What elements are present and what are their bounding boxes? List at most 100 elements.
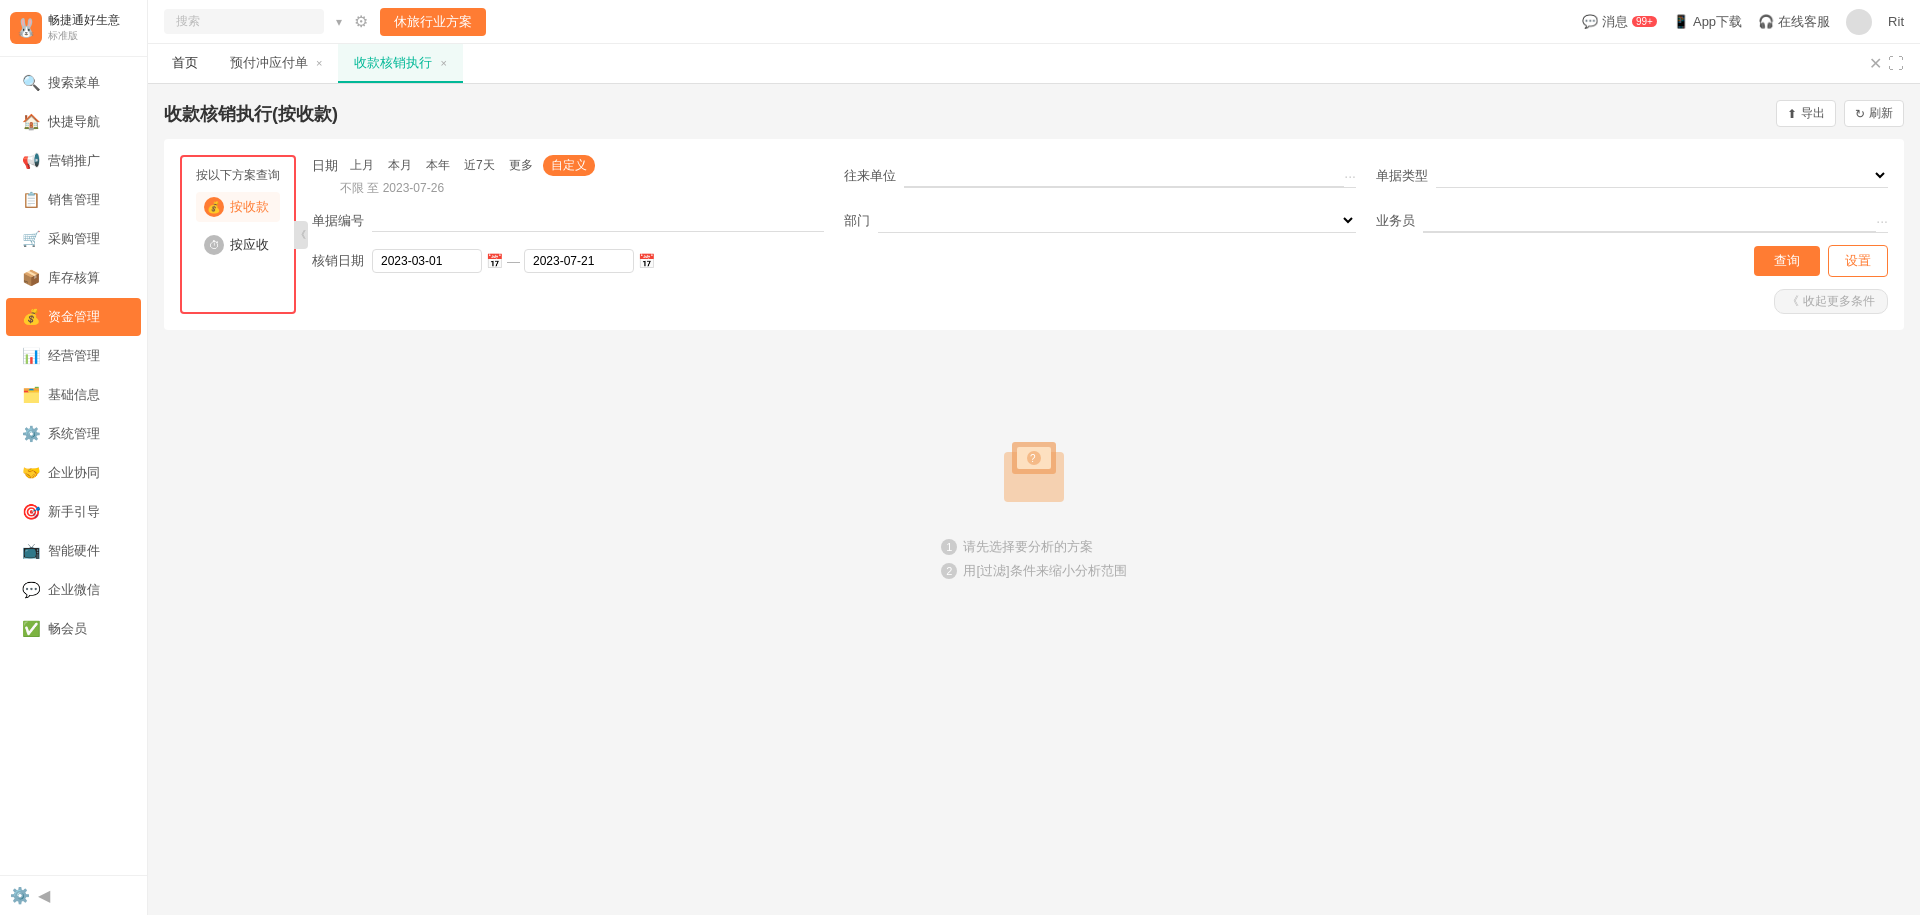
empty-state: ? 1 请先选择要分析的方案 2 用[过滤]条件来缩小分析范围	[164, 342, 1904, 660]
collapse-more-row: 《 收起更多条件	[312, 289, 1888, 314]
shortcut-7days[interactable]: 近7天	[460, 155, 499, 176]
tab-prepay-close-icon[interactable]: ×	[316, 57, 322, 69]
sidebar-item-cooperation[interactable]: 🤝企业协同	[6, 454, 141, 492]
staff-dots-icon[interactable]: ···	[1876, 213, 1888, 229]
message-item[interactable]: 💬 消息 99+	[1582, 13, 1657, 31]
close-tab-icon[interactable]: ✕	[1869, 54, 1882, 73]
tab-receipt-verify-close-icon[interactable]: ×	[440, 57, 446, 69]
sidebar-item-label-quick-nav: 快捷导航	[48, 113, 100, 131]
tabbar-actions: ✕ ⛶	[1869, 44, 1912, 83]
shortcut-custom[interactable]: 自定义	[543, 155, 595, 176]
by-receipt-icon: 💰	[204, 197, 224, 217]
sidebar-item-wechat[interactable]: 💬企业微信	[6, 571, 141, 609]
export-button[interactable]: ⬆ 导出	[1776, 100, 1836, 127]
service-item[interactable]: 🎧 在线客服	[1758, 13, 1830, 31]
collapse-more-label: 收起更多条件	[1803, 293, 1875, 310]
shortcut-last-month[interactable]: 上月	[346, 155, 378, 176]
sidebar-item-system[interactable]: ⚙️系统管理	[6, 415, 141, 453]
purchase-icon: 🛒	[22, 230, 40, 248]
counterpart-input[interactable]	[904, 165, 1344, 187]
doc-no-input[interactable]	[372, 210, 824, 232]
topbar-chevron-icon[interactable]: ▾	[336, 15, 342, 29]
sidebar-item-member[interactable]: ✅畅会员	[6, 610, 141, 648]
by-receipt-label: 按收款	[230, 198, 269, 216]
service-icon: 🎧	[1758, 14, 1774, 29]
sidebar-item-label-business: 经营管理	[48, 347, 100, 365]
staff-input[interactable]	[1423, 210, 1876, 232]
message-badge: 99+	[1632, 16, 1657, 27]
app-download-item[interactable]: 📱 App下载	[1673, 13, 1742, 31]
sidebar-item-label-member: 畅会员	[48, 620, 87, 638]
dept-select[interactable]	[878, 209, 1356, 232]
tab-prepay-label: 预付冲应付单	[230, 54, 308, 72]
sidebar-item-finance[interactable]: 💰资金管理	[6, 298, 141, 336]
sidebar-item-quick-nav[interactable]: 🏠 快捷导航	[6, 103, 141, 141]
verif-date-label: 核销日期	[312, 252, 364, 270]
sidebar-item-guide[interactable]: 🎯新手引导	[6, 493, 141, 531]
sidebar-item-sales[interactable]: 📋销售管理	[6, 181, 141, 219]
collapse-more-button[interactable]: 《 收起更多条件	[1774, 289, 1888, 314]
user-name: Rit	[1888, 14, 1904, 29]
sidebar-item-label-guide: 新手引导	[48, 503, 100, 521]
collapse-more-icon: 《	[1787, 293, 1799, 310]
logo-icon: 🐰	[10, 12, 42, 44]
expand-tab-icon[interactable]: ⛶	[1888, 55, 1904, 73]
verif-date-start-input[interactable]	[372, 249, 482, 273]
shortcut-more[interactable]: 更多	[505, 155, 537, 176]
sidebar-item-marketing[interactable]: 📢营销推广	[6, 142, 141, 180]
sidebar-item-label-search: 搜索菜单	[48, 74, 100, 92]
topbar-right: 💬 消息 99+ 📱 App下载 🎧 在线客服 Rit	[1582, 9, 1904, 35]
query-button[interactable]: 查询	[1754, 246, 1820, 276]
query-selector: 按以下方案查询 💰 按收款 ⏱ 按应收 《	[180, 155, 296, 314]
settings-bottom-icon[interactable]: ⚙️	[10, 886, 30, 905]
quick-nav-icon: 🏠	[22, 113, 40, 131]
logo-text: 畅捷通好生意	[48, 13, 120, 29]
sidebar-item-business[interactable]: 📊 经营管理	[6, 337, 141, 375]
sidebar-item-hardware[interactable]: 📺智能硬件	[6, 532, 141, 570]
shortcut-this-month[interactable]: 本月	[384, 155, 416, 176]
counterpart-input-wrapper: ···	[904, 165, 1356, 188]
dept-field: 部门	[844, 209, 1356, 233]
settings-button[interactable]: 设置	[1828, 245, 1888, 277]
counterpart-label: 往来单位	[844, 167, 896, 185]
inventory-icon: 📦	[22, 269, 40, 287]
sidebar-item-search[interactable]: 🔍 搜索菜单	[6, 64, 141, 102]
by-receivable-label: 按应收	[230, 236, 269, 254]
verif-date-end-cal-icon[interactable]: 📅	[638, 253, 655, 269]
business-icon: 📊	[22, 347, 40, 365]
user-avatar[interactable]	[1846, 9, 1872, 35]
empty-tip-1-text: 请先选择要分析的方案	[963, 538, 1093, 556]
staff-label: 业务员	[1376, 212, 1415, 230]
collapse-sidebar-icon[interactable]: ◀	[38, 886, 50, 905]
export-label: 导出	[1801, 105, 1825, 122]
empty-tip-2-text: 用[过滤]条件来缩小分析范围	[963, 562, 1126, 580]
sidebar-logo: 🐰 畅捷通好生意 标准版	[0, 0, 147, 57]
topbar-gear-icon[interactable]: ⚙	[354, 12, 368, 31]
finance-icon: 💰	[22, 308, 40, 326]
sidebar-item-label-wechat: 企业微信	[48, 581, 100, 599]
empty-tips: 1 请先选择要分析的方案 2 用[过滤]条件来缩小分析范围	[941, 538, 1126, 580]
solution-button[interactable]: 休旅行业方案	[380, 8, 486, 36]
sidebar-item-label-marketing: 营销推广	[48, 152, 100, 170]
query-option-by-receipt[interactable]: 💰 按收款	[196, 192, 280, 222]
sidebar-item-inventory[interactable]: 📦库存核算	[6, 259, 141, 297]
verif-date-start-cal-icon[interactable]: 📅	[486, 253, 503, 269]
sidebar-nav: 🔍 搜索菜单 🏠 快捷导航 📢营销推广📋销售管理🛒采购管理📦库存核算💰资金管理 📊 经营管理…	[0, 57, 147, 875]
sidebar-item-label-cooperation: 企业协同	[48, 464, 100, 482]
date-no-limit: 不限 至 2023-07-26	[312, 180, 824, 197]
verif-date-end-input[interactable]	[524, 249, 634, 273]
sidebar-item-basic[interactable]: 🗂️基础信息	[6, 376, 141, 414]
collapse-query-selector-btn[interactable]: 《	[294, 221, 308, 249]
shortcut-this-year[interactable]: 本年	[422, 155, 454, 176]
refresh-button[interactable]: ↻ 刷新	[1844, 100, 1904, 127]
message-icon: 💬	[1582, 14, 1598, 29]
topbar-search[interactable]: 搜索	[164, 9, 324, 34]
tab-home[interactable]: 首页	[156, 44, 214, 83]
counterpart-dots-icon[interactable]: ···	[1344, 168, 1356, 184]
query-option-by-receivable[interactable]: ⏱ 按应收	[196, 230, 280, 260]
tab-receipt-verify[interactable]: 收款核销执行 ×	[338, 44, 462, 83]
search-icon: 🔍	[22, 74, 40, 92]
tab-prepay[interactable]: 预付冲应付单 ×	[214, 44, 338, 83]
sidebar-item-purchase[interactable]: 🛒采购管理	[6, 220, 141, 258]
doc-type-select[interactable]	[1436, 164, 1888, 187]
